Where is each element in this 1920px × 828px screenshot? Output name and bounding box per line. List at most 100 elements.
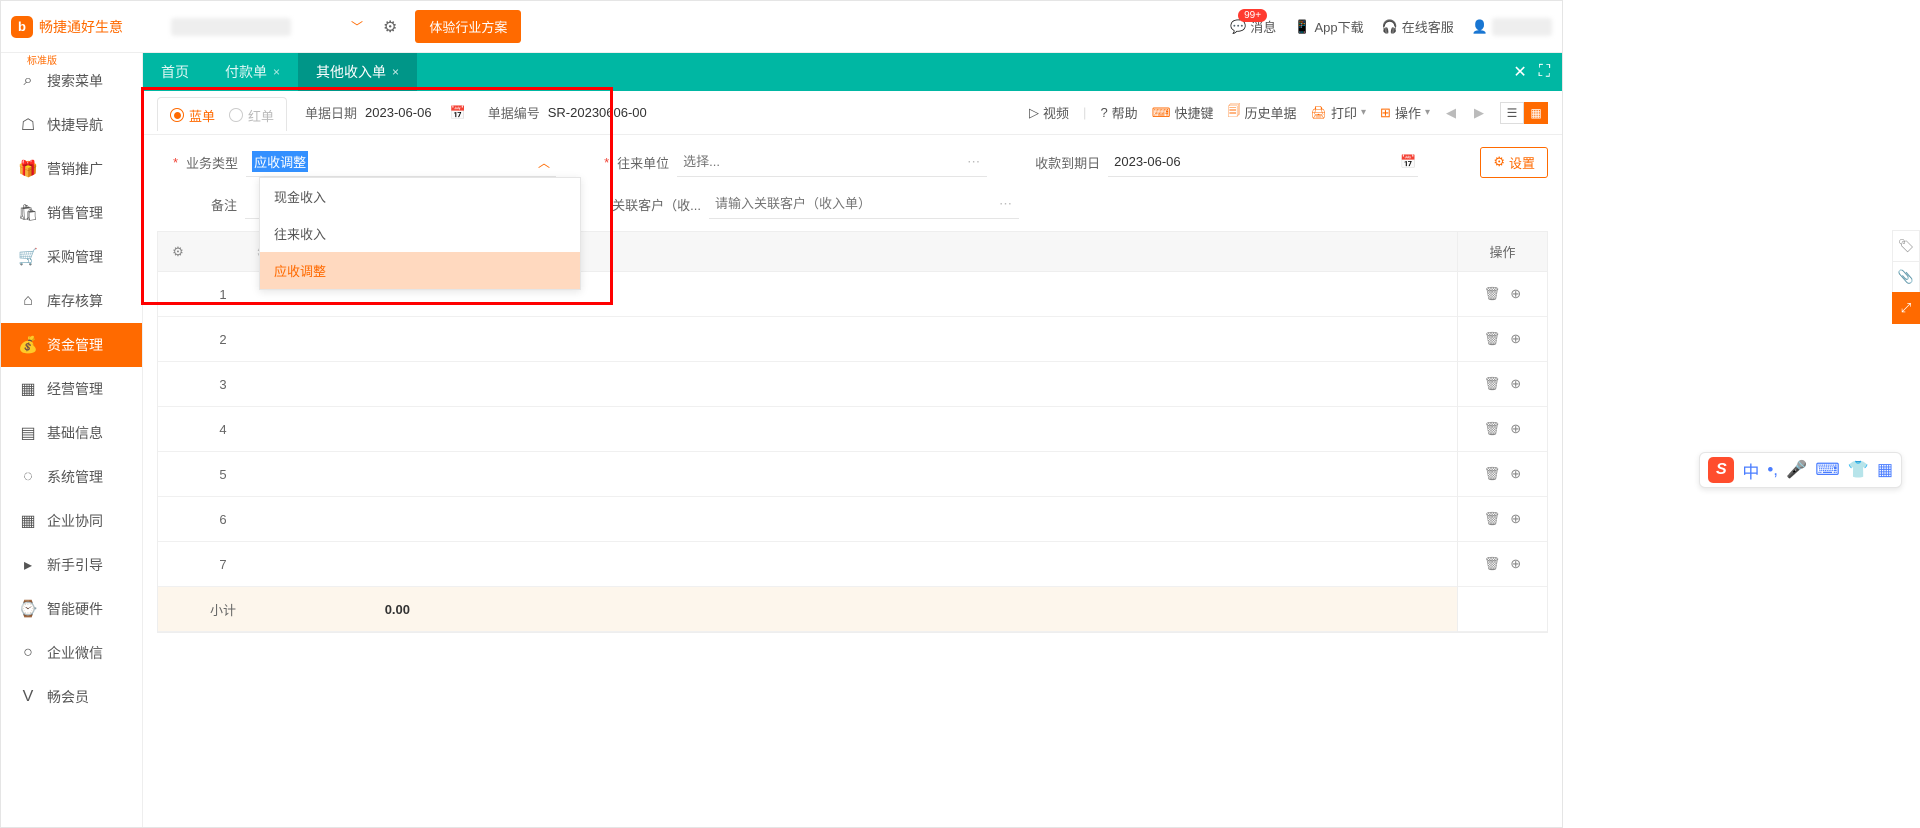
video-link[interactable]: ▷视频 <box>1029 103 1069 122</box>
tab-home-label: 首页 <box>161 62 189 82</box>
side-tab-expand[interactable]: ⤢ <box>1892 292 1920 324</box>
table-row[interactable]: 3 <box>158 362 1457 407</box>
sidebar-item[interactable]: ⌂库存核算 <box>1 279 142 323</box>
related-customer-input[interactable] <box>709 189 1019 219</box>
close-all-icon[interactable]: ✕ <box>1513 62 1526 82</box>
tab-payment[interactable]: 付款单 × <box>207 53 298 91</box>
user-menu[interactable]: 👤 <box>1472 18 1552 36</box>
side-tab-attach[interactable]: 📎 <box>1892 261 1920 293</box>
ime-keyboard-icon[interactable]: ⌨ <box>1815 460 1840 480</box>
messages-link[interactable]: 99+ 💬 消息 <box>1230 17 1276 36</box>
ime-logo-icon[interactable]: S <box>1708 457 1734 483</box>
sidebar-item[interactable]: ☖快捷导航 <box>1 103 142 147</box>
gear-column-icon[interactable]: ⚙ <box>158 244 198 260</box>
next-icon[interactable]: ▶ <box>1472 105 1486 121</box>
subtotal-row: 小计 0.00 <box>158 587 1457 632</box>
operate-label: 操作 <box>1395 103 1421 122</box>
sidebar-item[interactable]: 🎁营销推广 <box>1 147 142 191</box>
online-service-link[interactable]: 🎧 在线客服 <box>1382 17 1454 36</box>
sidebar-item[interactable]: ▤基础信息 <box>1 411 142 455</box>
trial-button[interactable]: 体验行业方案 <box>415 10 521 43</box>
table-row[interactable]: 7 <box>158 542 1457 587</box>
table-row[interactable]: 6 <box>158 497 1457 542</box>
delete-icon[interactable]: 🗑 <box>1484 511 1501 527</box>
history-label: 历史单据 <box>1244 103 1296 122</box>
more-icon[interactable]: ⋯ <box>999 196 1012 212</box>
logo-icon: b <box>11 16 33 38</box>
tab-other-income[interactable]: 其他收入单 × <box>298 53 417 91</box>
sidebar-item[interactable]: V畅会员 <box>1 675 142 719</box>
delete-icon[interactable]: 🗑 <box>1484 556 1501 572</box>
required-mark: * <box>604 155 609 170</box>
sidebar-item-label: 系统管理 <box>47 467 103 487</box>
sidebar-item-label: 资金管理 <box>47 335 103 355</box>
gear-icon: ⚙ <box>1493 154 1505 170</box>
table-row[interactable]: 4 <box>158 407 1457 452</box>
add-icon[interactable]: ⊕ <box>1510 511 1521 527</box>
prev-icon[interactable]: ◀ <box>1444 105 1458 121</box>
sidebar-item-label: 基础信息 <box>47 423 103 443</box>
settings-icon[interactable]: ⚙ <box>383 17 397 37</box>
ops-header: 操作 <box>1458 232 1547 272</box>
close-icon[interactable]: × <box>392 65 399 79</box>
add-icon[interactable]: ⊕ <box>1510 421 1521 437</box>
operate-button[interactable]: ⊞操作▾ <box>1380 103 1430 122</box>
sidebar-item[interactable]: ▦经营管理 <box>1 367 142 411</box>
ime-lang-icon[interactable]: 中 <box>1742 458 1759 483</box>
dropdown-option[interactable]: 现金收入 <box>260 178 580 215</box>
ime-skin-icon[interactable]: 👕 <box>1848 460 1869 480</box>
side-tab-note[interactable]: 🏷 <box>1892 230 1920 262</box>
add-icon[interactable]: ⊕ <box>1510 556 1521 572</box>
table-row[interactable]: 5 <box>158 452 1457 497</box>
delete-icon[interactable]: 🗑 <box>1484 466 1501 482</box>
dropdown-option[interactable]: 应收调整 <box>260 252 580 289</box>
table: ⚙ ▲▼ * 收 1234567 小计 0.00 <box>157 231 1548 633</box>
due-date-input[interactable] <box>1108 147 1418 177</box>
sidebar-item[interactable]: 🛍销售管理 <box>1 191 142 235</box>
sidebar-item[interactable]: 💰资金管理 <box>1 323 142 367</box>
ime-menu-icon[interactable]: ▦ <box>1877 460 1893 480</box>
help-link[interactable]: ?帮助 <box>1100 103 1137 122</box>
chevron-down-icon: ▾ <box>1361 107 1366 118</box>
delete-icon[interactable]: 🗑 <box>1484 421 1501 437</box>
delete-icon[interactable]: 🗑 <box>1484 376 1501 392</box>
calendar-icon[interactable]: 📅 <box>1400 154 1416 170</box>
app-download-link[interactable]: 📱 App下载 <box>1294 17 1363 36</box>
tab-home[interactable]: 首页 <box>143 53 207 91</box>
more-icon[interactable]: ⋯ <box>967 154 980 170</box>
shortcut-link[interactable]: ⌨快捷键 <box>1152 103 1214 122</box>
sidebar-item[interactable]: ⌕搜索菜单 <box>1 59 142 103</box>
add-icon[interactable]: ⊕ <box>1510 286 1521 302</box>
sidebar-item[interactable]: ▦企业协同 <box>1 499 142 543</box>
add-icon[interactable]: ⊕ <box>1510 376 1521 392</box>
delete-icon[interactable]: 🗑 <box>1484 331 1501 347</box>
view-card-button[interactable]: ▦ <box>1524 102 1548 124</box>
history-link[interactable]: 🗐历史单据 <box>1227 102 1296 124</box>
sidebar-item[interactable]: ○企业微信 <box>1 631 142 675</box>
print-button[interactable]: 🖨打印▾ <box>1310 103 1366 122</box>
add-icon[interactable]: ⊕ <box>1510 466 1521 482</box>
close-icon[interactable]: × <box>273 65 280 79</box>
ime-mic-icon[interactable]: 🎤 <box>1786 460 1807 480</box>
table-row[interactable]: 2 <box>158 317 1457 362</box>
sidebar-item[interactable]: ⌚智能硬件 <box>1 587 142 631</box>
expand-icon[interactable]: ⛶ <box>1539 63 1550 81</box>
org-selector[interactable]: ﹀ <box>171 18 363 36</box>
doc-date-value[interactable]: 2023-06-06 <box>365 105 432 120</box>
sidebar-item[interactable]: 🛒采购管理 <box>1 235 142 279</box>
sidebar-item-icon: 🛒 <box>19 248 37 266</box>
dropdown-option[interactable]: 往来收入 <box>260 215 580 252</box>
party-input[interactable] <box>677 147 987 177</box>
settings-button[interactable]: ⚙ 设置 <box>1480 147 1548 178</box>
delete-icon[interactable]: 🗑 <box>1484 286 1501 302</box>
sidebar-item[interactable]: ◌系统管理 <box>1 455 142 499</box>
sidebar-item[interactable]: ▸新手引导 <box>1 543 142 587</box>
calendar-icon[interactable]: 📅 <box>450 105 466 121</box>
ime-punct-icon[interactable]: •, <box>1767 460 1778 480</box>
biz-type-select[interactable]: 应收调整 <box>246 147 556 177</box>
view-list-button[interactable]: ☰ <box>1500 102 1524 124</box>
radio-blue[interactable]: 蓝单 <box>170 106 215 125</box>
doc-no-value: SR-20230606-00 <box>548 105 647 120</box>
add-icon[interactable]: ⊕ <box>1510 331 1521 347</box>
radio-red[interactable]: 红单 <box>229 106 274 125</box>
